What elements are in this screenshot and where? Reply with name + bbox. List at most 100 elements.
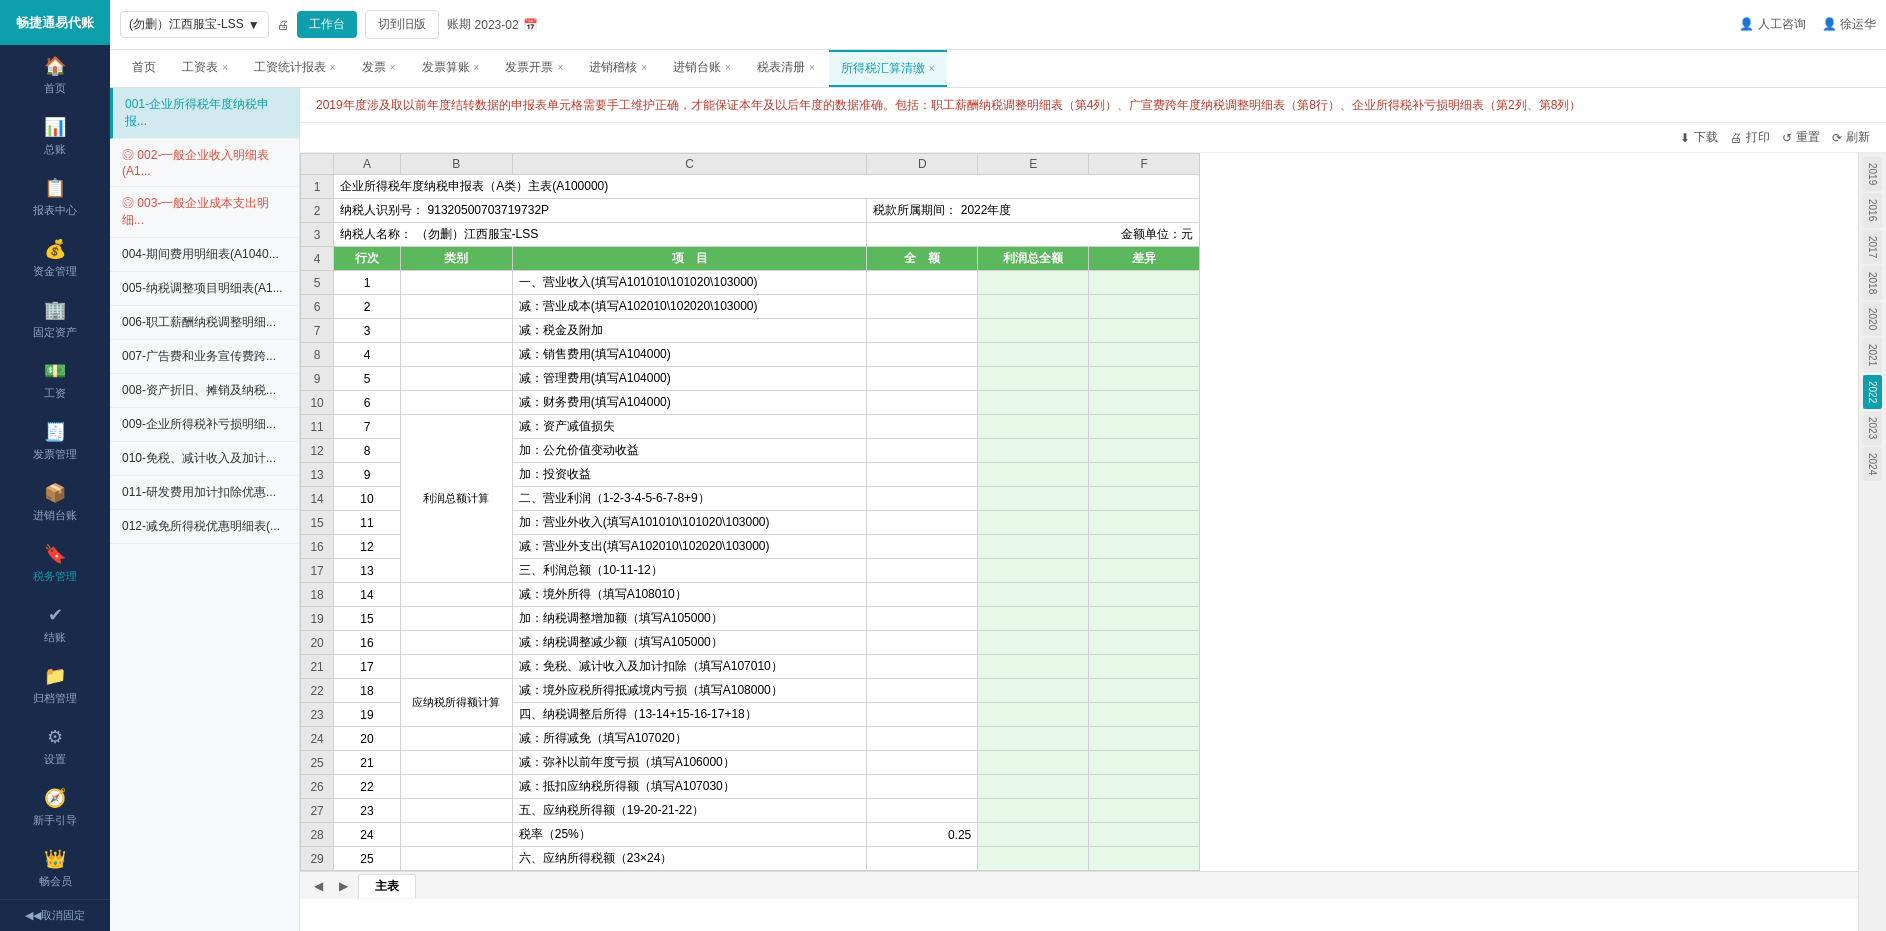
sidebar-item-archive[interactable]: 📁 归档管理 [0, 655, 110, 716]
left-panel-item-005[interactable]: 005-纳税调整项目明细表(A1... [110, 272, 299, 306]
unpin-button[interactable]: ◀◀ 取消固定 [0, 899, 110, 931]
sidebar-item-invoice[interactable]: 🧾 发票管理 [0, 411, 110, 472]
print-icon[interactable]: 🖨 [277, 18, 289, 32]
close-tab-trade-ledger[interactable]: × [725, 62, 731, 73]
left-panel-item-012[interactable]: 012-减免所得税优惠明细表(... [110, 510, 299, 544]
close-tab-invoice[interactable]: × [390, 62, 396, 73]
close-tab-tax-clear[interactable]: × [809, 62, 815, 73]
calendar-icon[interactable]: 📅 [523, 18, 538, 32]
left-panel: 001-企业所得税年度纳税申报... ◎ 002-一般企业收入明细表(A1...… [110, 88, 300, 931]
refresh-button[interactable]: ⟳ 刷新 [1832, 129, 1870, 146]
pin-icon: ◀◀ [25, 909, 41, 922]
sidebar-item-reports[interactable]: 📋 报表中心 [0, 167, 110, 228]
tab-salary[interactable]: 工资表 × [170, 51, 240, 86]
close-tab-invoice-open[interactable]: × [557, 62, 563, 73]
sidebar-item-assets[interactable]: 🏢 固定资产 [0, 289, 110, 350]
sheet-table: A B C D E F 1 [300, 153, 1200, 871]
left-panel-item-001[interactable]: 001-企业所得税年度纳税申报... [110, 88, 299, 139]
tab-home[interactable]: 首页 [120, 51, 168, 86]
reset-button[interactable]: ↺ 重置 [1782, 129, 1820, 146]
year-2022[interactable]: 2022 [1863, 375, 1882, 409]
year-2017[interactable]: 2017 [1863, 230, 1882, 264]
guide-icon: 🧭 [44, 787, 66, 809]
header-rownum: 行次 [334, 247, 401, 271]
left-panel-item-009[interactable]: 009-企业所得税补亏损明细... [110, 408, 299, 442]
sidebar-item-close[interactable]: ✔ 结账 [0, 594, 110, 655]
left-panel-item-010[interactable]: 010-免税、减计收入及加计... [110, 442, 299, 476]
company-selector[interactable]: (勿删）江西服宝-LSS ▼ [120, 11, 269, 38]
col-E: E [978, 154, 1089, 175]
table-row: 8 4 减：销售费用(填写A104000) [301, 343, 1200, 367]
workarea-button[interactable]: 工作台 [297, 11, 357, 38]
print-button[interactable]: 🖨 打印 [1730, 129, 1770, 146]
left-panel-item-004[interactable]: 004-期间费用明细表(A1040... [110, 238, 299, 272]
sheet-tab-main[interactable]: 主表 [358, 874, 416, 898]
home-icon: 🏠 [44, 55, 66, 77]
tax-icon: 🔖 [44, 543, 66, 565]
year-2018[interactable]: 2018 [1863, 266, 1882, 300]
content: 001-企业所得税年度纳税申报... ◎ 002-一般企业收入明细表(A1...… [110, 88, 1886, 931]
year-2024[interactable]: 2024 [1863, 447, 1882, 481]
taxpayer-id-row: 2 纳税人识别号： 91320500703719732P 税款所属期间： 202… [301, 199, 1200, 223]
left-panel-item-003[interactable]: ◎ 003-一般企业成本支出明细... [110, 187, 299, 238]
tab-invoice[interactable]: 发票 × [350, 51, 408, 86]
tab-salary-stats[interactable]: 工资统计报表 × [242, 51, 348, 86]
close-tab-trade-check[interactable]: × [641, 62, 647, 73]
close-tab-invoice-calc[interactable]: × [474, 62, 480, 73]
tab-trade-check[interactable]: 进销稽核 × [577, 51, 659, 86]
corner-cell [301, 154, 334, 175]
tab-invoice-open[interactable]: 发票开票 × [493, 51, 575, 86]
finance-icon: 💰 [44, 238, 66, 260]
sidebar-item-guide[interactable]: 🧭 新手引导 [0, 777, 110, 838]
sheet-nav-left[interactable]: ◀ [308, 877, 329, 895]
reset-icon: ↺ [1782, 131, 1792, 145]
table-row: 11 7 利润总额计算 减：资产减值损失 [301, 415, 1200, 439]
col-B: B [400, 154, 512, 175]
left-panel-item-008[interactable]: 008-资产折旧、摊销及纳税... [110, 374, 299, 408]
tab-tax-clear[interactable]: 税表清册 × [745, 51, 827, 86]
ledger-icon: 📊 [44, 116, 66, 138]
sidebar-item-tax[interactable]: 🔖 税务管理 [0, 533, 110, 594]
tabbar: 首页 工资表 × 工资统计报表 × 发票 × 发票算账 × 发票开票 × 进销稽… [110, 50, 1886, 88]
sheet-nav-right[interactable]: ▶ [333, 877, 354, 895]
close-tab-salary-stats[interactable]: × [330, 62, 336, 73]
header-amount: 全 额 [867, 247, 978, 271]
year-2019[interactable]: 2019 [1863, 157, 1882, 191]
invoice-icon: 🧾 [44, 421, 66, 443]
left-panel-item-006[interactable]: 006-职工薪酬纳税调整明细... [110, 306, 299, 340]
col-label-row: 4 行次 类别 项 目 全 额 利润总全额 差异 [301, 247, 1200, 271]
user-service[interactable]: 👤 人工咨询 [1739, 16, 1805, 33]
sidebar-item-home[interactable]: 🏠 首页 [0, 45, 110, 106]
year-2023[interactable]: 2023 [1863, 411, 1882, 445]
left-panel-item-011[interactable]: 011-研发费用加计扣除优惠... [110, 476, 299, 510]
table-row: 7 3 减：税金及附加 [301, 319, 1200, 343]
sidebar-item-settings[interactable]: ⚙ 设置 [0, 716, 110, 777]
sidebar-item-salary[interactable]: 💵 工资 [0, 350, 110, 411]
left-panel-item-002[interactable]: ◎ 002-一般企业收入明细表(A1... [110, 139, 299, 187]
close-tab-salary[interactable]: × [222, 62, 228, 73]
sidebar-item-finance[interactable]: 💰 资金管理 [0, 228, 110, 289]
topbar-right: 👤 人工咨询 👤 徐运华 [1739, 16, 1876, 33]
left-panel-item-007[interactable]: 007-广告费和业务宣传费跨... [110, 340, 299, 374]
sheet-container[interactable]: A B C D E F 1 [300, 153, 1858, 931]
table-row: 20 16 减：纳税调整减少额（填写A105000） [301, 631, 1200, 655]
sidebar-item-ledger[interactable]: 📊 总账 [0, 106, 110, 167]
sidebar-item-member[interactable]: 👑 畅会员 [0, 838, 110, 899]
refresh-icon: ⟳ [1832, 131, 1842, 145]
close-tab-tax-settle[interactable]: × [929, 63, 935, 74]
table-row: 9 5 减：管理费用(填写A104000) [301, 367, 1200, 391]
year-2020[interactable]: 2020 [1863, 302, 1882, 336]
year-2016[interactable]: 2016 [1863, 193, 1882, 227]
year-sidebar: 2019 2016 2017 2018 2020 2021 2022 2023 … [1858, 153, 1886, 931]
table-row: 6 2 减：营业成本(填写A102010\102020\103000) [301, 295, 1200, 319]
tab-trade-ledger[interactable]: 进销台账 × [661, 51, 743, 86]
tab-invoice-calc[interactable]: 发票算账 × [410, 51, 492, 86]
table-row: 26 22 减：抵扣应纳税所得额（填写A107030） [301, 775, 1200, 799]
trade-icon: 📦 [44, 482, 66, 504]
col-D: D [867, 154, 978, 175]
year-2021[interactable]: 2021 [1863, 338, 1882, 372]
download-button[interactable]: ⬇ 下载 [1680, 129, 1718, 146]
tab-tax-settle[interactable]: 所得税汇算清缴 × [829, 50, 947, 87]
switch-view-button[interactable]: 切到旧版 [365, 10, 439, 39]
sidebar-item-trade[interactable]: 📦 进销台账 [0, 472, 110, 533]
